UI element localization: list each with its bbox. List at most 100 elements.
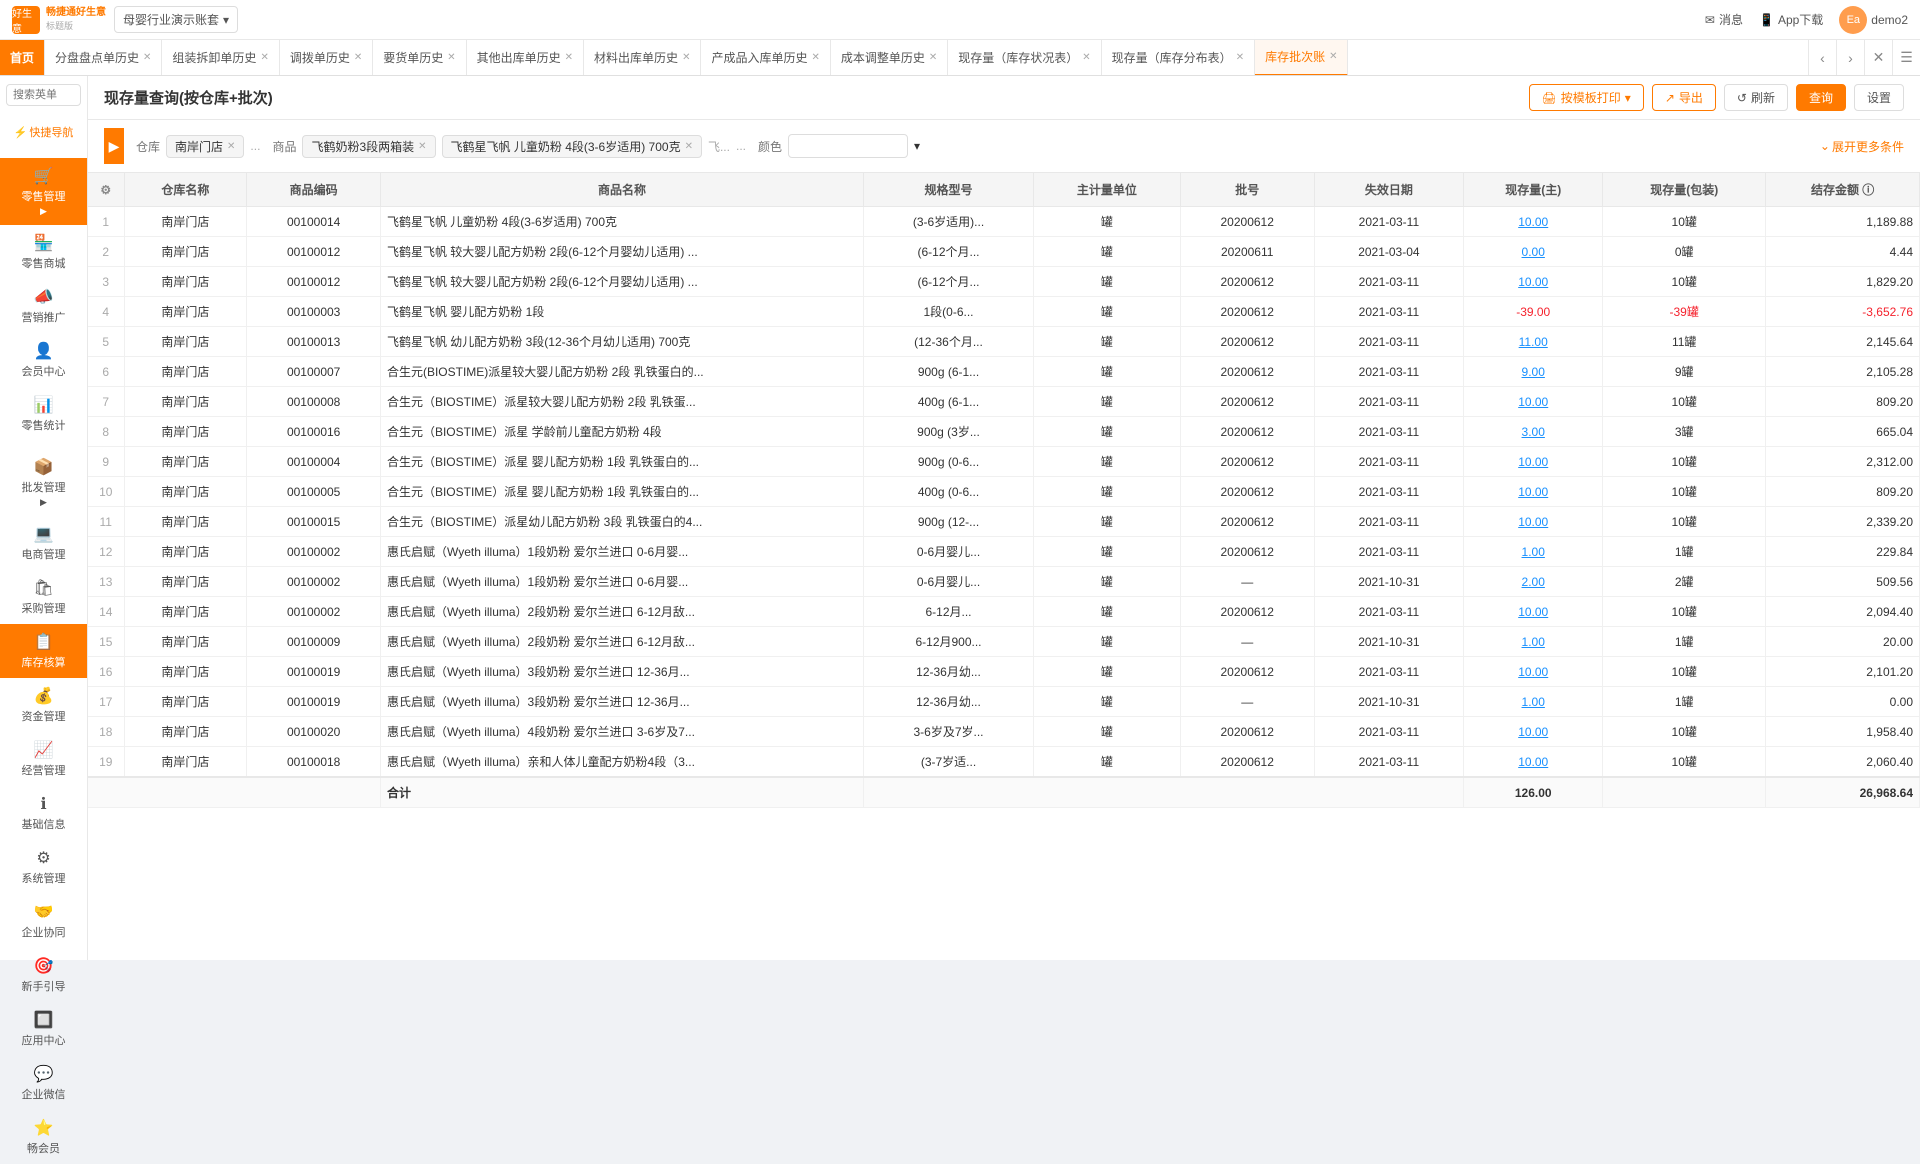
sidebar-item-finance[interactable]: 💰 资金管理 — [0, 678, 87, 732]
sidebar-item-appcenter[interactable]: 🔲 应用中心 — [0, 1002, 87, 1056]
sidebar-item-mall[interactable]: 🏪 零售商城 — [0, 225, 87, 279]
cell-num: 13 — [88, 567, 124, 597]
tab-8[interactable]: 成本调整单历史 ✕ — [831, 40, 948, 76]
settings-btn[interactable]: 设置 — [1854, 84, 1904, 111]
cell-qty[interactable]: 1.00 — [1464, 627, 1603, 657]
refresh-btn[interactable]: ↺ 刷新 — [1724, 84, 1788, 111]
cell-qty[interactable]: 10.00 — [1464, 657, 1603, 687]
sidebar-item-quick-nav[interactable]: ⚡ 快捷导航 — [0, 120, 87, 144]
sidebar-item-wholesale[interactable]: 📦 批发管理 ▶ — [0, 449, 87, 516]
close-tab-5[interactable]: ✕ — [565, 52, 573, 63]
cell-qty[interactable]: 3.00 — [1464, 417, 1603, 447]
cell-qty[interactable]: 0.00 — [1464, 237, 1603, 267]
cell-qty[interactable]: 1.00 — [1464, 687, 1603, 717]
tab-7[interactable]: 产成品入库单历史 ✕ — [701, 40, 830, 76]
cell-qty[interactable]: 10.00 — [1464, 387, 1603, 417]
tab-9[interactable]: 现存量（库存状况表） ✕ — [948, 40, 1101, 76]
tab-5[interactable]: 其他出库单历史 ✕ — [467, 40, 584, 76]
nav-prev-btn[interactable]: ‹ — [1808, 40, 1836, 76]
cell-code: 00100007 — [247, 357, 381, 387]
sidebar-item-inventory[interactable]: 📋 库存核算 — [0, 624, 87, 678]
cell-qty[interactable]: 2.00 — [1464, 567, 1603, 597]
cell-amount: 509.56 — [1766, 567, 1920, 597]
cell-qty[interactable]: 10.00 — [1464, 447, 1603, 477]
warehouse-tag[interactable]: 南岸门店 ✕ — [166, 135, 244, 158]
tab-2[interactable]: 组装拆卸单历史 ✕ — [162, 40, 279, 76]
remove-goods-tag-1[interactable]: ✕ — [418, 141, 426, 152]
tab-6[interactable]: 材料出库单历史 ✕ — [584, 40, 701, 76]
tab-4[interactable]: 要货单历史 ✕ — [373, 40, 466, 76]
sidebar-item-purchase[interactable]: 🛍 采购管理 — [0, 570, 87, 624]
goods-tag-2[interactable]: 飞鹤星飞帆 儿童奶粉 4段(3-6岁适用) 700克 ✕ — [442, 135, 702, 158]
user-area[interactable]: Ea demo2 — [1839, 6, 1908, 34]
sidebar-item-collab[interactable]: 🤝 企业协同 — [0, 894, 87, 948]
sidebar-item-guide[interactable]: 🎯 新手引导 — [0, 948, 87, 1002]
cell-qty[interactable]: 1.00 — [1464, 537, 1603, 567]
close-tab-2[interactable]: ✕ — [260, 52, 268, 63]
tab-10[interactable]: 现存量（库存分布表） ✕ — [1102, 40, 1255, 76]
expand-more-btn[interactable]: ⌄ 展开更多条件 — [1820, 138, 1904, 155]
sidebar-item-ecommerce[interactable]: 💻 电商管理 — [0, 516, 87, 570]
export-btn[interactable]: ↗ 导出 — [1652, 84, 1716, 111]
sidebar-item-basic-info[interactable]: ℹ 基础信息 — [0, 786, 87, 840]
app-download-btn[interactable]: 📱 App下载 — [1759, 11, 1823, 28]
cell-qty[interactable]: 10.00 — [1464, 477, 1603, 507]
cell-spec: 400g (0-6... — [864, 477, 1034, 507]
operations-icon: 📈 — [34, 740, 54, 760]
nav-menu-btn[interactable]: ☰ — [1892, 40, 1920, 76]
nav-close-btn[interactable]: ✕ — [1864, 40, 1892, 76]
sidebar-item-system[interactable]: ⚙ 系统管理 — [0, 840, 87, 894]
close-tab-9[interactable]: ✕ — [1082, 52, 1090, 63]
goods-tag-1[interactable]: 飞鹤奶粉3段两箱装 ✕ — [302, 135, 435, 158]
cell-qty[interactable]: 11.00 — [1464, 327, 1603, 357]
color-input[interactable] — [788, 134, 908, 158]
cell-unit: 罐 — [1033, 207, 1180, 237]
print-btn[interactable]: 🖨 按模板打印 ▾ — [1529, 84, 1644, 111]
warehouse-more[interactable]: ... — [250, 139, 260, 153]
sidebar-item-vip[interactable]: ⭐ 畅会员 — [0, 1110, 87, 1164]
close-tab-8[interactable]: ✕ — [929, 52, 937, 63]
cell-qty[interactable]: 10.00 — [1464, 207, 1603, 237]
nav-next-btn[interactable]: › — [1836, 40, 1864, 76]
cell-code: 00100019 — [247, 657, 381, 687]
tab-3[interactable]: 调拨单历史 ✕ — [280, 40, 373, 76]
search-input[interactable] — [6, 84, 81, 106]
close-tab-1[interactable]: ✕ — [143, 52, 151, 63]
tab-11[interactable]: 库存批次账 ✕ — [1255, 40, 1348, 76]
close-tab-7[interactable]: ✕ — [811, 52, 819, 63]
remove-warehouse-tag[interactable]: ✕ — [227, 141, 235, 152]
cell-qty[interactable]: 10.00 — [1464, 747, 1603, 778]
tab-1[interactable]: 分盘盘点单历史 ✕ — [45, 40, 162, 76]
message-btn[interactable]: ✉ 消息 — [1705, 11, 1743, 28]
tab-home[interactable]: 首页 — [0, 40, 45, 76]
query-btn[interactable]: 查询 — [1796, 84, 1846, 111]
close-tab-10[interactable]: ✕ — [1236, 52, 1244, 63]
cell-unit: 罐 — [1033, 267, 1180, 297]
cell-name: 合生元(BIOSTIME)派星较大婴儿配方奶粉 2段 乳铁蛋白的... — [380, 357, 863, 387]
sidebar-item-retail-stat[interactable]: 📊 零售统计 — [0, 387, 87, 441]
close-tab-3[interactable]: ✕ — [354, 52, 362, 63]
close-tab-11[interactable]: ✕ — [1329, 51, 1337, 62]
sidebar-item-operations[interactable]: 📈 经营管理 — [0, 732, 87, 786]
close-tab-4[interactable]: ✕ — [447, 52, 455, 63]
retail-stat-icon: 📊 — [34, 395, 54, 415]
sidebar-item-wechat[interactable]: 💬 企业微信 — [0, 1056, 87, 1110]
close-tab-6[interactable]: ✕ — [682, 52, 690, 63]
cell-qty[interactable]: 10.00 — [1464, 507, 1603, 537]
goods-more[interactable]: 飞... — [708, 138, 730, 155]
cell-code: 00100002 — [247, 567, 381, 597]
cell-qty[interactable]: 9.00 — [1464, 357, 1603, 387]
sidebar-item-retail[interactable]: 🛒 零售管理 ▶ — [0, 158, 87, 225]
remove-goods-tag-2[interactable]: ✕ — [685, 141, 693, 152]
sidebar-item-marketing[interactable]: 📣 营销推广 — [0, 279, 87, 333]
cell-code: 00100015 — [247, 507, 381, 537]
expand-sidebar-btn[interactable]: ▶ — [104, 128, 124, 164]
cell-qty[interactable]: 10.00 — [1464, 267, 1603, 297]
cell-code: 00100002 — [247, 597, 381, 627]
sidebar-item-member[interactable]: 👤 会员中心 — [0, 333, 87, 387]
cell-qty[interactable]: 10.00 — [1464, 717, 1603, 747]
cell-qty[interactable]: 10.00 — [1464, 597, 1603, 627]
settings-icon[interactable]: ⚙ — [100, 183, 111, 197]
org-selector[interactable]: 母婴行业演示账套 ▾ — [114, 6, 238, 33]
goods-more-dots[interactable]: ... — [736, 139, 746, 153]
